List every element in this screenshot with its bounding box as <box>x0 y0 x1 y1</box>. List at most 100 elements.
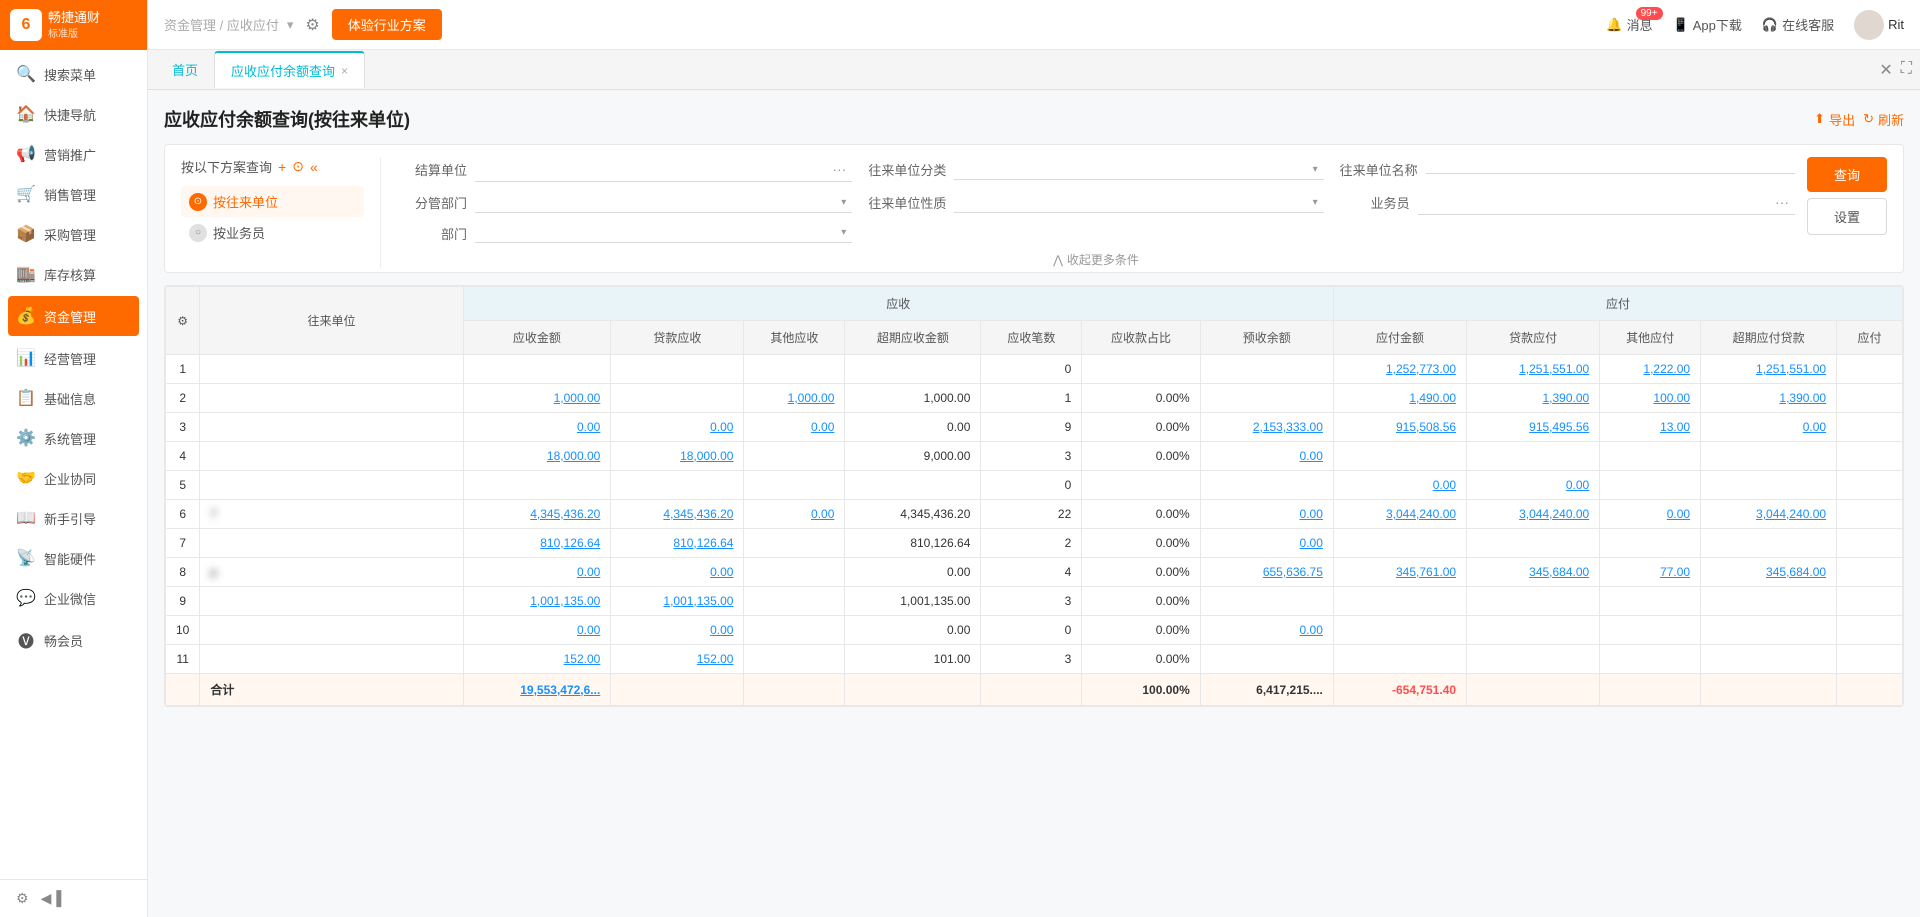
online-service-button[interactable]: 🎧 在线客服 <box>1762 15 1834 34</box>
logo-icon: 6 <box>10 9 42 41</box>
salesperson-input[interactable]: ··· <box>1418 190 1795 215</box>
total-ar-prepay: 6,417,215.... <box>1200 674 1333 706</box>
table-row: 10 0.00 0.00 0.00 0 0.00% 0.00 <box>166 616 1903 645</box>
partner-category-input[interactable]: ▾ <box>954 160 1323 180</box>
total-ar-loan <box>611 674 744 706</box>
main-content: 首页 应收应付余额查询 × ✕ ⛶ 应收应付余额查询(按往来单位) ⬆ 导出 ↻… <box>148 50 1920 917</box>
refresh-button[interactable]: ↻ 刷新 <box>1863 110 1904 129</box>
sidebar-item-label: 企业协同 <box>44 469 96 488</box>
filter-header: 按以下方案查询 + ⊙ « <box>181 157 364 176</box>
partner-category-field: 往来单位分类 ▾ <box>868 160 1323 180</box>
col-header-receivable-group: 应收 <box>463 287 1333 321</box>
settlement-unit-field: 结算单位 ··· <box>397 157 852 182</box>
partner-nature-input[interactable]: ▾ <box>954 193 1323 213</box>
sidebar-item-label: 畅会员 <box>44 631 83 650</box>
title-actions: ⬆ 导出 ↻ 刷新 <box>1814 110 1904 129</box>
dept-label: 分管部门 <box>397 193 467 212</box>
tab-active[interactable]: 应收应付余额查询 × <box>214 51 365 88</box>
user-name: Rit <box>1888 17 1904 32</box>
operations-icon: 📊 <box>16 348 36 368</box>
scheme-item-partner[interactable]: ⊙ 按往来单位 <box>181 186 364 217</box>
finance-icon: 💰 <box>16 306 36 326</box>
col-header-ap-overdue: 超期应付贷款 <box>1701 321 1837 355</box>
export-icon: ⬆ <box>1814 111 1825 127</box>
department-arrow[interactable]: ▾ <box>841 227 846 238</box>
export-button[interactable]: ⬆ 导出 <box>1814 110 1855 129</box>
sidebar-item-inventory[interactable]: 🏬 库存核算 <box>0 254 147 294</box>
settings-footer-icon[interactable]: ⚙ <box>16 890 29 907</box>
filter-settings-btn[interactable]: ⊙ <box>292 158 304 175</box>
logo-sub: 标准版 <box>48 25 100 40</box>
col-header-ap-suffix: 应付 <box>1837 321 1903 355</box>
dept-arrow[interactable]: ▾ <box>841 197 846 208</box>
sidebar-item-label: 资金管理 <box>44 307 96 326</box>
sidebar-item-label: 营销推广 <box>44 145 96 164</box>
breadcrumb: 资金管理 / 应收应付 ▾ <box>164 15 293 34</box>
sidebar-item-quicknav[interactable]: 🏠 快捷导航 <box>0 94 147 134</box>
tab-close-btn[interactable]: × <box>341 64 348 78</box>
sidebar-item-marketing[interactable]: 📢 营销推广 <box>0 134 147 174</box>
sidebar-item-finance[interactable]: 💰 资金管理 <box>8 296 139 336</box>
sidebar-item-member[interactable]: 🅥 畅会员 <box>0 618 147 662</box>
partner-name-cell: 7 <box>200 500 463 529</box>
sidebar-item-label: 系统管理 <box>44 429 96 448</box>
sidebar-item-label: 智能硬件 <box>44 549 96 568</box>
filter-add-btn[interactable]: + <box>278 159 286 175</box>
partner-category-arrow[interactable]: ▾ <box>1313 164 1318 175</box>
sidebar-item-label: 库存核算 <box>44 265 96 284</box>
partner-name-field: 往来单位名称 <box>1340 160 1795 179</box>
settings-button[interactable]: 设置 <box>1807 198 1887 235</box>
scheme-active-icon: ⊙ <box>189 193 207 211</box>
settlement-unit-input[interactable]: ··· <box>475 157 852 182</box>
sidebar-item-sysadmin[interactable]: ⚙️ 系统管理 <box>0 418 147 458</box>
scheme-item-salesperson[interactable]: ○ 按业务员 <box>181 217 364 248</box>
col-header-ar-overdue: 超期应收金额 <box>845 321 981 355</box>
service-icon: 🎧 <box>1762 17 1778 33</box>
sidebar-item-hardware[interactable]: 📡 智能硬件 <box>0 538 147 578</box>
promo-button[interactable]: 体验行业方案 <box>332 9 442 40</box>
tab-home[interactable]: 首页 <box>156 52 214 87</box>
settlement-unit-dots[interactable]: ··· <box>832 161 846 177</box>
table-row: 3 0.00 0.00 0.00 0.00 9 0.00% 2,153,333.… <box>166 413 1903 442</box>
sidebar-item-label: 新手引导 <box>44 509 96 528</box>
enterprise-icon: 🤝 <box>16 468 36 488</box>
col-header-ar-prepay: 预收余额 <box>1200 321 1333 355</box>
app-download-button[interactable]: 📱 App下载 <box>1673 15 1742 34</box>
sidebar: 6 畅捷通财 标准版 🔍 搜索菜单 🏠 快捷导航 📢 营销推广 🛒 销售管理 📦… <box>0 0 148 917</box>
close-window-icon[interactable]: ✕ <box>1879 60 1892 80</box>
filter-collapse-btn-left[interactable]: « <box>310 159 318 175</box>
col-header-payable-group: 应付 <box>1333 287 1902 321</box>
sidebar-item-search[interactable]: 🔍 搜索菜单 <box>0 54 147 94</box>
maximize-icon[interactable]: ⛶ <box>1901 60 1912 80</box>
sidebar-item-sales[interactable]: 🛒 销售管理 <box>0 174 147 214</box>
page-title: 应收应付余额查询(按往来单位) <box>164 106 410 132</box>
partner-name-input[interactable] <box>1426 165 1795 174</box>
sidebar-item-label: 采购管理 <box>44 225 96 244</box>
sidebar-item-purchase[interactable]: 📦 采购管理 <box>0 214 147 254</box>
sidebar-item-operations[interactable]: 📊 经营管理 <box>0 338 147 378</box>
filter-area: 按以下方案查询 + ⊙ « ⊙ 按往来单位 ○ <box>164 144 1904 273</box>
total-ap-suffix <box>1837 674 1903 706</box>
notification-button[interactable]: 🔔 消息 99+ <box>1606 15 1652 34</box>
query-button[interactable]: 查询 <box>1807 157 1887 192</box>
dept-input[interactable]: ▾ <box>475 193 852 213</box>
header-settings-icon[interactable]: ⚙ <box>305 15 319 35</box>
sidebar-item-enterprise[interactable]: 🤝 企业协同 <box>0 458 147 498</box>
sidebar-item-label: 企业微信 <box>44 589 96 608</box>
breadcrumb-text: 资金管理 / 应收应付 <box>164 15 279 34</box>
total-ar-ratio: 100.00% <box>1082 674 1200 706</box>
sidebar-item-guide[interactable]: 📖 新手引导 <box>0 498 147 538</box>
partner-name-cell <box>200 645 463 674</box>
partner-nature-arrow[interactable]: ▾ <box>1313 197 1318 208</box>
salesperson-dots[interactable]: ··· <box>1775 194 1789 210</box>
department-label: 部门 <box>397 224 467 243</box>
filter-form-panel: 结算单位 ··· 往来单位分类 ▾ 往来单位 <box>381 157 1795 268</box>
user-menu[interactable]: Rit <box>1854 10 1904 40</box>
collapse-more-btn[interactable]: ⋀ 收起更多条件 <box>1053 251 1139 268</box>
partner-name-cell <box>200 616 463 645</box>
collapse-sidebar-btn[interactable]: ◀▐ <box>41 890 62 907</box>
total-label: 合计 <box>200 674 463 706</box>
sidebar-item-basicinfo[interactable]: 📋 基础信息 <box>0 378 147 418</box>
sidebar-item-wechat[interactable]: 💬 企业微信 <box>0 578 147 618</box>
department-input[interactable]: ▾ <box>475 223 852 243</box>
